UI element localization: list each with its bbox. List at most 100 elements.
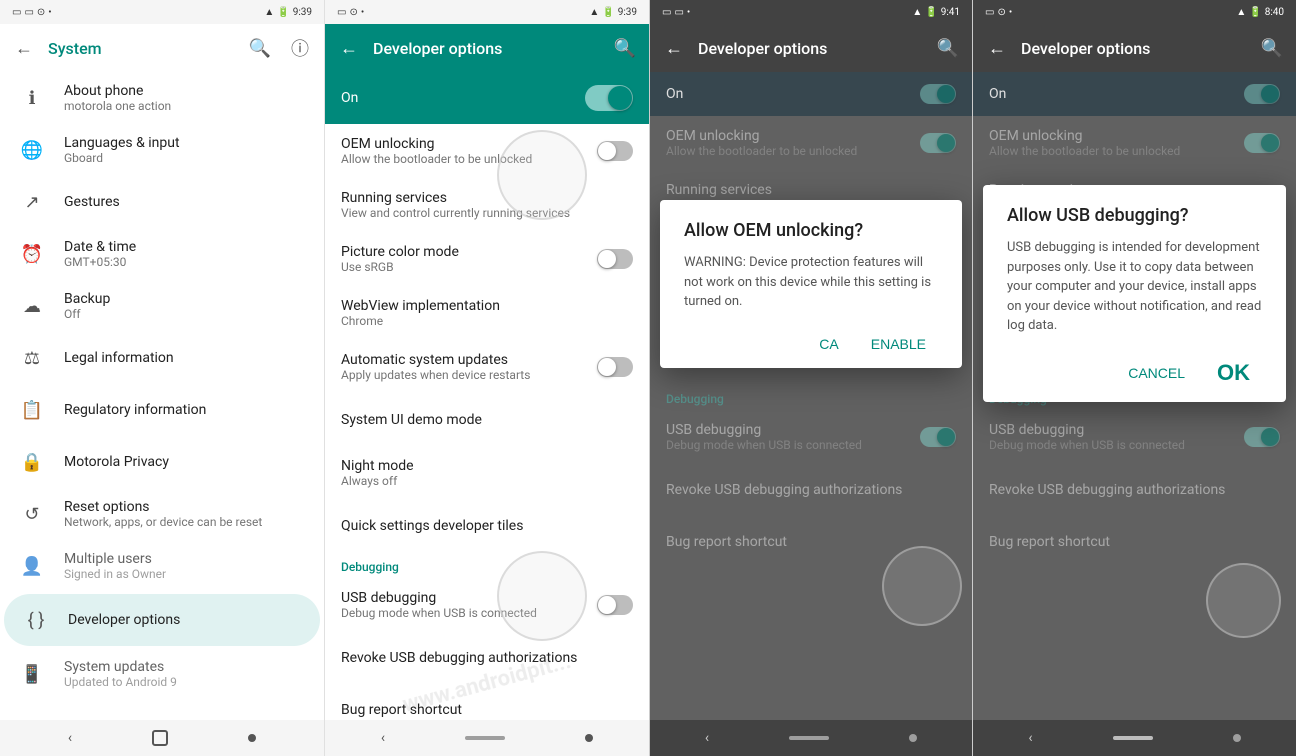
status-bar-middle: ▭ ⊙ • ▲ 🔋 9:39 <box>325 0 649 24</box>
usb-toggle-r1[interactable] <box>920 427 956 447</box>
oem-sub-r1: Allow the bootloader to be unlocked <box>666 144 920 158</box>
gestures-icon: ↗ <box>16 186 48 218</box>
usb-row-r1[interactable]: USB debugging Debug mode when USB is con… <box>650 410 972 464</box>
notif-dot-m: • <box>361 7 364 18</box>
oem-unlocking-sub: Allow the bootloader to be unlocked <box>341 152 597 166</box>
back-icon-r2[interactable]: ← <box>981 32 1013 64</box>
middle-panel: ▭ ⊙ • ▲ 🔋 9:39 ← Developer options 🔍 On … <box>325 0 650 756</box>
bug-row-r1[interactable]: Bug report shortcut <box>650 516 972 568</box>
sidebar-item-languages[interactable]: 🌐 Languages & input Gboard <box>0 124 324 176</box>
quick-settings-row[interactable]: Quick settings developer tiles <box>325 500 649 552</box>
regulatory-icon: 📋 <box>16 394 48 426</box>
usb-debugging-sub: Debug mode when USB is connected <box>341 606 597 620</box>
status-icons-left: ▭ ▭ ⊙ • <box>12 7 52 18</box>
revoke-usb-row[interactable]: Revoke USB debugging authorizations <box>325 632 649 684</box>
usb-debug-toggle[interactable] <box>597 595 633 615</box>
sidebar-item-system-updates[interactable]: 📱 System updates Updated to Android 9 <box>0 648 324 700</box>
nav-home-left[interactable] <box>152 730 168 746</box>
oem-toggle-r2[interactable] <box>1244 133 1280 153</box>
usb-toggle-r2[interactable] <box>1244 427 1280 447</box>
nav-back-left[interactable]: ‹ <box>68 730 72 746</box>
bug-row-r2[interactable]: Bug report shortcut <box>973 516 1296 568</box>
left-panel: ▭ ▭ ⊙ • ▲ 🔋 9:39 ← System 🔍 ⓘ ℹ About ph… <box>0 0 325 756</box>
revoke-label-r1: Revoke USB debugging authorizations <box>666 482 902 498</box>
oem-toggle-r1[interactable] <box>920 133 956 153</box>
search-icon-r1[interactable]: 🔍 <box>932 32 964 64</box>
usb-ok-btn[interactable]: OK <box>1205 352 1262 394</box>
status-bar-left: ▭ ▭ ⊙ • ▲ 🔋 9:39 <box>0 0 324 24</box>
revoke-row-r2[interactable]: Revoke USB debugging authorizations <box>973 464 1296 516</box>
sys-status-r2: ▲ 🔋 8:40 <box>1236 7 1284 18</box>
picture-color-toggle[interactable] <box>597 249 633 269</box>
oem-row-r1[interactable]: OEM unlocking Allow the bootloader to be… <box>650 116 972 170</box>
notif-r2b: ⊙ <box>997 7 1005 18</box>
dev-on-label-r1: On <box>666 86 683 102</box>
nav-recent-r2[interactable] <box>1233 734 1241 742</box>
usb-dialog: Allow USB debugging? USB debugging is in… <box>983 185 1286 402</box>
developer-label: Developer options <box>68 612 180 628</box>
nav-recent-middle[interactable] <box>585 734 593 742</box>
dev-on-toggle-row[interactable]: On <box>325 72 649 124</box>
about-phone-label: About phone <box>64 83 171 99</box>
revoke-row-r1[interactable]: Revoke USB debugging authorizations <box>650 464 972 516</box>
back-icon-middle[interactable]: ← <box>333 32 365 64</box>
nav-home-r1[interactable] <box>789 736 829 740</box>
sidebar-item-developer[interactable]: { } Developer options <box>4 594 320 646</box>
sidebar-item-datetime[interactable]: ⏰ Date & time GMT+05:30 <box>0 228 324 280</box>
nav-recent-left[interactable] <box>248 734 256 742</box>
search-icon-left[interactable]: 🔍 <box>244 32 276 64</box>
search-icon-r2[interactable]: 🔍 <box>1256 32 1288 64</box>
sidebar-item-gestures[interactable]: ↗ Gestures <box>0 176 324 228</box>
time-middle: 9:39 <box>618 7 637 18</box>
oem-label-r2: OEM unlocking <box>989 128 1244 144</box>
sidebar-item-regulatory[interactable]: 📋 Regulatory information <box>0 384 324 436</box>
dev-toggle-r2[interactable] <box>1244 84 1280 104</box>
nav-back-middle[interactable]: ‹ <box>381 730 385 746</box>
sidebar-item-about-phone[interactable]: ℹ About phone motorola one action <box>0 72 324 124</box>
auto-updates-row[interactable]: Automatic system updates Apply updates w… <box>325 340 649 394</box>
oem-dialog-body: WARNING: Device protection features will… <box>684 253 938 312</box>
webview-row[interactable]: WebView implementation Chrome <box>325 286 649 340</box>
usb-row-r2[interactable]: USB debugging Debug mode when USB is con… <box>973 410 1296 464</box>
bug-report-label: Bug report shortcut <box>341 702 633 718</box>
usb-debugging-row[interactable]: USB debugging Debug mode when USB is con… <box>325 578 649 632</box>
oem-toggle[interactable] <box>597 141 633 161</box>
page-title-left: System <box>48 39 236 58</box>
sidebar-item-users[interactable]: 👤 Multiple users Signed in as Owner <box>0 540 324 592</box>
nav-back-r1[interactable]: ‹ <box>705 730 709 746</box>
picture-color-row[interactable]: Picture color mode Use sRGB <box>325 232 649 286</box>
dev-toggle-r1[interactable] <box>920 84 956 104</box>
running-services-row[interactable]: Running services View and control curren… <box>325 178 649 232</box>
sidebar-item-reset[interactable]: ↺ Reset options Network, apps, or device… <box>0 488 324 540</box>
quick-settings-label: Quick settings developer tiles <box>341 518 633 534</box>
back-icon-r1[interactable]: ← <box>658 32 690 64</box>
sidebar-item-motorola-privacy[interactable]: 🔒 Motorola Privacy <box>0 436 324 488</box>
notification-icon-1: ▭ <box>12 7 21 18</box>
bug-report-row[interactable]: Bug report shortcut <box>325 684 649 720</box>
auto-updates-toggle[interactable] <box>597 357 633 377</box>
oem-unlocking-row[interactable]: OEM unlocking Allow the bootloader to be… <box>325 124 649 178</box>
night-mode-row[interactable]: Night mode Always off <box>325 446 649 500</box>
usb-cancel-btn[interactable]: Cancel <box>1116 352 1197 394</box>
nav-recent-r1[interactable] <box>909 734 917 742</box>
search-icon-middle[interactable]: 🔍 <box>609 32 641 64</box>
back-icon-left[interactable]: ← <box>8 32 40 64</box>
help-icon-left[interactable]: ⓘ <box>284 32 316 64</box>
dev-on-row-r1[interactable]: On <box>650 72 972 116</box>
nav-home-r2[interactable] <box>1113 736 1153 740</box>
oem-enable-btn[interactable]: Enable <box>859 328 938 360</box>
oem-unlocking-label: OEM unlocking <box>341 136 597 152</box>
top-bar-middle: ← Developer options 🔍 <box>325 24 649 72</box>
sidebar-item-backup[interactable]: ☁ Backup Off <box>0 280 324 332</box>
sidebar-item-legal[interactable]: ⚖ Legal information <box>0 332 324 384</box>
nav-home-middle[interactable] <box>465 736 505 740</box>
nav-back-r2[interactable]: ‹ <box>1028 730 1032 746</box>
ui-demo-row[interactable]: System UI demo mode <box>325 394 649 446</box>
oem-row-r2[interactable]: OEM unlocking Allow the bootloader to be… <box>973 116 1296 170</box>
users-label: Multiple users <box>64 551 166 567</box>
dev-title-r1: Developer options <box>698 39 924 58</box>
status-bar-right1: ▭ ▭ • ▲ 🔋 9:41 <box>650 0 972 24</box>
dev-on-row-r2[interactable]: On <box>973 72 1296 116</box>
oem-cancel-btn[interactable]: Ca <box>807 328 850 360</box>
dev-master-toggle[interactable] <box>585 85 633 111</box>
